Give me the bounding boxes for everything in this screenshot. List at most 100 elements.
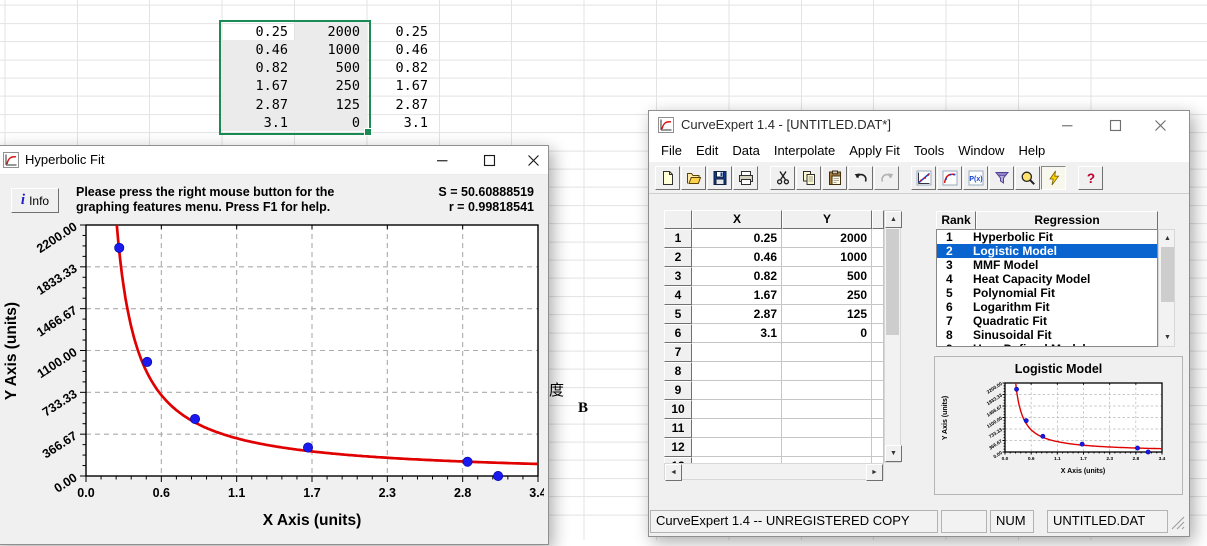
fit-chart-plot[interactable]: 0.00.61.11.72.32.83.40.00366.67733.33110… [1,216,544,546]
fit-window-titlebar[interactable]: Hyperbolic Fit [0,146,548,175]
filter-button[interactable] [989,166,1014,190]
scrollbar-thumb[interactable] [886,229,899,335]
grid-hscrollbar[interactable]: ◄► [664,463,884,480]
open-button[interactable] [681,166,706,190]
grid-column-header-extra[interactable] [872,210,884,229]
grid-cell-x[interactable] [692,400,782,419]
grid-cell-y[interactable]: 250 [782,286,872,305]
copy-button[interactable] [796,166,821,190]
menu-interpolate[interactable]: Interpolate [767,141,842,160]
grid-cell-extra[interactable] [872,343,884,362]
grid-cell-extra[interactable] [872,381,884,400]
redo-button[interactable] [874,166,899,190]
auto-fit-button[interactable] [1041,166,1066,190]
grid-row-header[interactable]: 4 [664,286,692,305]
scroll-left-icon[interactable]: ◄ [665,464,682,481]
spreadsheet-cell[interactable]: 250 [295,77,363,95]
grid-cell-y[interactable] [782,419,872,438]
new-button[interactable] [655,166,680,190]
grid-cell-y[interactable] [782,438,872,457]
grid-cell-y[interactable]: 1000 [782,248,872,267]
curve-fit-button[interactable] [937,166,962,190]
grid-column-header-x[interactable]: X [692,210,782,229]
grid-cell-extra[interactable] [872,286,884,305]
grid-cell-x[interactable] [692,362,782,381]
cut-button[interactable] [770,166,795,190]
grid-row-header[interactable]: 9 [664,381,692,400]
menu-help[interactable]: Help [1011,141,1052,160]
spreadsheet-cell[interactable]: 2000 [295,23,363,41]
menu-apply-fit[interactable]: Apply Fit [842,141,907,160]
grid-cell-y[interactable] [782,400,872,419]
grid-cell-y[interactable]: 500 [782,267,872,286]
zoom-button[interactable] [1015,166,1040,190]
grid-cell-y[interactable]: 125 [782,305,872,324]
close-button[interactable] [517,146,549,174]
grid-cell-x[interactable] [692,343,782,362]
scrollbar-thumb[interactable] [1161,247,1174,302]
grid-row-header[interactable]: 10 [664,400,692,419]
scroll-down-icon[interactable]: ▼ [885,445,902,462]
grid-cell-y[interactable] [782,381,872,400]
rank-column-header[interactable]: Rank [936,211,976,230]
spreadsheet-cell[interactable]: 125 [295,96,363,114]
spreadsheet-cell[interactable]: 2.87 [367,96,431,114]
scroll-right-icon[interactable]: ► [866,464,883,481]
grid-corner-cell[interactable] [664,210,692,229]
grid-cell-x[interactable] [692,438,782,457]
grid-cell-y[interactable] [782,343,872,362]
minimize-button[interactable] [1051,111,1083,139]
grid-cell-extra[interactable] [872,229,884,248]
polynomial-button[interactable]: P(x) [963,166,988,190]
regression-item-user-defined-model[interactable]: 9User-Defined Model [937,342,1157,347]
grid-vscrollbar[interactable]: ▲▼ [884,210,901,463]
grid-cell-x[interactable]: 3.1 [692,324,782,343]
grid-row-header[interactable]: 2 [664,248,692,267]
grid-cell-extra[interactable] [872,438,884,457]
grid-row-header[interactable]: 6 [664,324,692,343]
grid-row-header[interactable]: 7 [664,343,692,362]
resize-grip[interactable] [1170,515,1185,530]
paste-button[interactable] [822,166,847,190]
maximize-button[interactable] [1099,111,1131,139]
spreadsheet-cell[interactable]: 1000 [295,41,363,59]
grid-row-header[interactable]: 11 [664,419,692,438]
spreadsheet-cell[interactable]: 3.1 [222,114,291,132]
grid-row-header[interactable]: 12 [664,438,692,457]
scroll-down-icon[interactable]: ▼ [1159,329,1176,346]
grid-row-header[interactable]: 1 [664,229,692,248]
spreadsheet-cell[interactable]: 0.46 [222,41,291,59]
grid-row-header[interactable]: 3 [664,267,692,286]
regression-item-sinusoidal-fit[interactable]: 8Sinusoidal Fit [937,328,1157,342]
info-button[interactable]: i Info [11,188,59,213]
regression-item-mmf-model[interactable]: 3MMF Model [937,258,1157,272]
grid-cell-extra[interactable] [872,305,884,324]
grid-cell-extra[interactable] [872,400,884,419]
grid-cell-x[interactable] [692,381,782,400]
spreadsheet-cell[interactable]: 3.1 [367,114,431,132]
spreadsheet-cell[interactable]: 1.67 [367,77,431,95]
grid-cell-x[interactable]: 2.87 [692,305,782,324]
menu-tools[interactable]: Tools [907,141,951,160]
grid-cell-y[interactable]: 2000 [782,229,872,248]
spreadsheet-cell[interactable]: 0.82 [222,59,291,77]
scroll-up-icon[interactable]: ▲ [885,211,902,228]
maximize-button[interactable] [473,146,505,174]
regression-item-logistic-model[interactable]: 2Logistic Model [937,244,1157,258]
menu-window[interactable]: Window [951,141,1011,160]
regression-item-logarithm-fit[interactable]: 6Logarithm Fit [937,300,1157,314]
grid-cell-y[interactable]: 0 [782,324,872,343]
regression-item-hyperbolic-fit[interactable]: 1Hyperbolic Fit [937,230,1157,244]
spreadsheet-cell[interactable]: 2.87 [222,96,291,114]
grid-cell-x[interactable]: 0.25 [692,229,782,248]
grid-row-header[interactable]: 5 [664,305,692,324]
spreadsheet-cell[interactable]: 0 [295,114,363,132]
menu-edit[interactable]: Edit [689,141,725,160]
grid-cell-extra[interactable] [872,362,884,381]
spreadsheet-cell[interactable]: 0.25 [367,23,431,41]
minimize-button[interactable] [426,146,458,174]
menu-data[interactable]: Data [725,141,766,160]
grid-cell-x[interactable]: 1.67 [692,286,782,305]
regression-item-heat-capacity-model[interactable]: 4Heat Capacity Model [937,272,1157,286]
grid-cell-extra[interactable] [872,324,884,343]
